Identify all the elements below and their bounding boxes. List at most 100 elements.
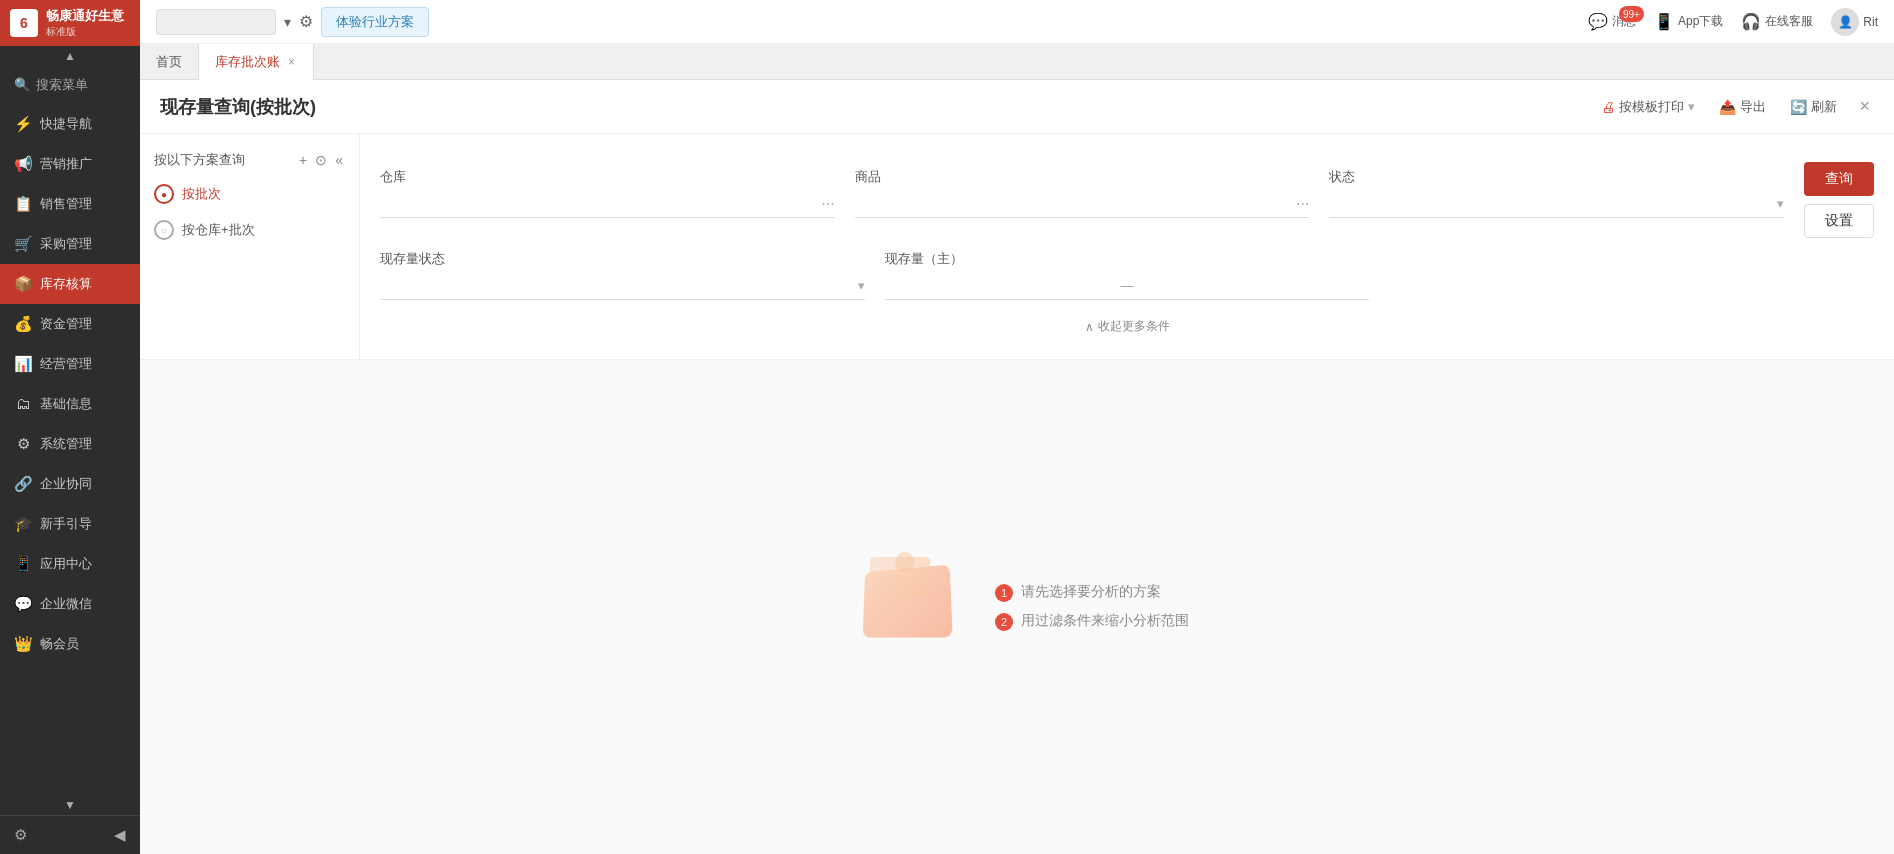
purchase-icon: 🛒 <box>14 235 32 253</box>
sidebar-item-app-center[interactable]: 📱 应用中心 <box>0 544 140 584</box>
sidebar-item-basic[interactable]: 🗂 基础信息 <box>0 384 140 424</box>
online-service-label: 在线客服 <box>1765 13 1813 30</box>
empty-state: 1 请先选择要分析的方案 2 用过滤条件来缩小分析范围 <box>140 360 1894 854</box>
sidebar-item-label: 企业协同 <box>40 475 92 493</box>
filter-field-stock-status: 现存量状态 ▾ <box>380 250 865 300</box>
sidebar-item-operation[interactable]: 📊 经营管理 <box>0 344 140 384</box>
stock-status-select[interactable]: ▾ <box>380 272 865 300</box>
sidebar-footer: ⚙ ◀ <box>0 815 140 854</box>
stock-qty-min-input[interactable] <box>885 278 1113 293</box>
add-scheme-btn[interactable]: + <box>297 150 309 170</box>
sidebar-item-wechat[interactable]: 💬 企业微信 <box>0 584 140 624</box>
avatar: 👤 <box>1831 8 1859 36</box>
collapse-conditions-btn[interactable]: ∧ 收起更多条件 <box>380 312 1874 345</box>
settings-scheme-btn[interactable]: ⊙ <box>313 150 329 170</box>
main-area: ▾ ⚙ 体验行业方案 💬 消息 99+ 📱 App下载 🎧 在线客服 👤 Rit <box>140 0 1894 854</box>
collapse-sidebar-icon[interactable]: ◀ <box>114 826 126 844</box>
product-input[interactable]: ··· <box>855 190 1310 218</box>
sidebar-item-marketing[interactable]: 📢 营销推广 <box>0 144 140 184</box>
sidebar-logo: 6 <box>10 9 38 37</box>
collapse-schemes-btn[interactable]: « <box>333 150 345 170</box>
sidebar-item-member[interactable]: 👑 畅会员 <box>0 624 140 664</box>
topbar-search-box <box>156 9 276 35</box>
tip-text-1: 请先选择要分析的方案 <box>1021 583 1161 601</box>
sidebar-scroll-up-btn[interactable]: ▲ <box>0 46 140 66</box>
settings-btn[interactable]: 设置 <box>1804 204 1874 238</box>
page-title: 现存量查询(按批次) <box>160 95 316 119</box>
sidebar-item-quick-nav[interactable]: ⚡ 快捷导航 <box>0 104 140 144</box>
app-download-label: App下载 <box>1678 13 1723 30</box>
member-icon: 👑 <box>14 635 32 653</box>
collapse-icon: ∧ <box>1085 320 1094 334</box>
sidebar-item-sales[interactable]: 📋 销售管理 <box>0 184 140 224</box>
sidebar-item-finance[interactable]: 💰 资金管理 <box>0 304 140 344</box>
sidebar-search-label: 搜索菜单 <box>36 76 88 94</box>
user-profile-action[interactable]: 👤 Rit <box>1831 8 1878 36</box>
tab-close-btn[interactable]: × <box>286 55 297 69</box>
filter-conditions: 仓库 ··· 商品 ··· <box>360 134 1894 359</box>
refresh-icon: 🔄 <box>1790 99 1807 115</box>
app-download-action[interactable]: 📱 App下载 <box>1654 12 1723 31</box>
filter-schemes-title: 按以下方案查询 <box>154 151 245 169</box>
filter-actions-col: 查询 设置 <box>1804 158 1874 238</box>
print-btn[interactable]: 🖨 按模板打印 ▾ <box>1595 94 1701 120</box>
refresh-label: 刷新 <box>1811 98 1837 116</box>
sidebar-nav: 🔍 搜索菜单 ⚡ 快捷导航 📢 营销推广 📋 销售管理 🛒 采购管理 📦 库存核… <box>0 66 140 795</box>
page-actions: 🖨 按模板打印 ▾ 📤 导出 🔄 刷新 × <box>1595 92 1874 121</box>
stock-status-label: 现存量状态 <box>380 250 865 268</box>
sidebar-item-newbie[interactable]: 🎓 新手引导 <box>0 504 140 544</box>
topbar-dropdown-btn[interactable]: ▾ <box>284 14 291 30</box>
export-icon: 📤 <box>1719 99 1736 115</box>
print-dropdown-icon: ▾ <box>1688 99 1695 114</box>
close-page-btn[interactable]: × <box>1855 92 1874 121</box>
filter-field-status: 状态 ▾ <box>1329 168 1784 218</box>
empty-tips: 1 请先选择要分析的方案 2 用过滤条件来缩小分析范围 <box>995 583 1189 631</box>
stock-qty-range: — <box>885 272 1370 300</box>
tab-home[interactable]: 首页 <box>140 44 199 80</box>
system-icon: ⚙ <box>14 435 32 453</box>
sidebar-item-inventory[interactable]: 📦 库存核算 <box>0 264 140 304</box>
page-header: 现存量查询(按批次) 🖨 按模板打印 ▾ 📤 导出 🔄 刷新 × <box>140 80 1894 134</box>
sidebar-item-purchase[interactable]: 🛒 采购管理 <box>0 224 140 264</box>
enterprise-icon: 🔗 <box>14 475 32 493</box>
sidebar-scroll-down-btn[interactable]: ▼ <box>0 795 140 815</box>
topbar: ▾ ⚙ 体验行业方案 💬 消息 99+ 📱 App下载 🎧 在线客服 👤 Rit <box>140 0 1894 44</box>
sidebar-item-label: 基础信息 <box>40 395 92 413</box>
settings-icon[interactable]: ⚙ <box>14 826 27 844</box>
sidebar-item-label: 新手引导 <box>40 515 92 533</box>
message-action[interactable]: 💬 消息 99+ <box>1588 12 1636 31</box>
filter-schemes-header: 按以下方案查询 + ⊙ « <box>140 144 359 176</box>
warehouse-input[interactable]: ··· <box>380 190 835 218</box>
topbar-right: 💬 消息 99+ 📱 App下载 🎧 在线客服 👤 Rit <box>1588 8 1878 36</box>
sidebar-item-enterprise[interactable]: 🔗 企业协同 <box>0 464 140 504</box>
operation-icon: 📊 <box>14 355 32 373</box>
topbar-gear-btn[interactable]: ⚙ <box>299 12 313 31</box>
tab-home-label: 首页 <box>156 53 182 71</box>
experience-btn[interactable]: 体验行业方案 <box>321 7 429 37</box>
product-dots-icon: ··· <box>1296 195 1309 213</box>
tip-num-1: 1 <box>995 584 1013 602</box>
range-separator: — <box>1121 278 1134 293</box>
sidebar-item-label: 系统管理 <box>40 435 92 453</box>
scheme-item-warehouse-batch[interactable]: ○ 按仓库+批次 <box>140 212 359 248</box>
scheme-item-batch[interactable]: ● 按批次 <box>140 176 359 212</box>
filter-row-2: 现存量状态 ▾ 现存量（主） — <box>380 250 1874 300</box>
query-btn[interactable]: 查询 <box>1804 162 1874 196</box>
tab-batch-account[interactable]: 库存批次账 × <box>199 44 314 80</box>
sidebar-item-label: 营销推广 <box>40 155 92 173</box>
empty-illustration <box>845 547 965 667</box>
sidebar-search-item[interactable]: 🔍 搜索菜单 <box>0 66 140 104</box>
empty-tip-1: 1 请先选择要分析的方案 <box>995 583 1189 602</box>
sidebar-item-system[interactable]: ⚙ 系统管理 <box>0 424 140 464</box>
export-btn[interactable]: 📤 导出 <box>1713 94 1772 120</box>
sidebar-item-label: 库存核算 <box>40 275 92 293</box>
online-service-action[interactable]: 🎧 在线客服 <box>1741 12 1813 31</box>
status-select[interactable]: ▾ <box>1329 190 1784 218</box>
app-edition: 标准版 <box>46 25 124 38</box>
sidebar-item-label: 采购管理 <box>40 235 92 253</box>
topbar-left: ▾ ⚙ 体验行业方案 <box>156 7 1578 37</box>
basic-icon: 🗂 <box>14 395 32 413</box>
refresh-btn[interactable]: 🔄 刷新 <box>1784 94 1843 120</box>
marketing-icon: 📢 <box>14 155 32 173</box>
stock-qty-max-input[interactable] <box>1142 278 1370 293</box>
